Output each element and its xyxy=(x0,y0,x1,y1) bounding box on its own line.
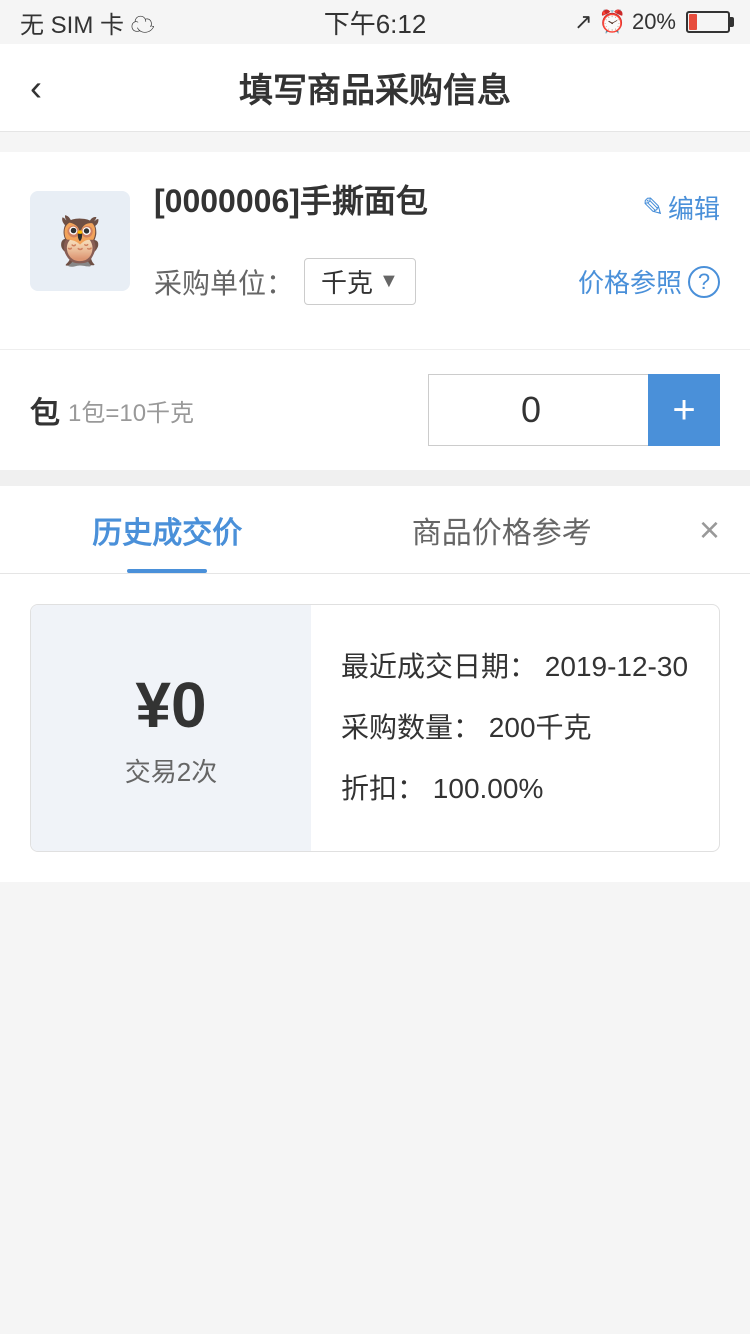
content-area: ¥0 交易2次 最近成交日期： 2019-12-30 采购数量： 200千克 折… xyxy=(0,574,750,882)
price-ref-help-icon: ? xyxy=(688,266,720,298)
quantity-sub-label: 1包=10千克 xyxy=(68,393,194,428)
nav-bar: ‹ 填写商品采购信息 xyxy=(0,44,750,132)
edit-label: 编辑 xyxy=(668,189,720,226)
tabs-container: 历史成交价 商品价格参考 × xyxy=(0,486,750,574)
history-date-row: 最近成交日期： 2019-12-30 xyxy=(341,645,689,690)
history-price: ¥0 xyxy=(135,668,206,742)
location-icon: ↗ xyxy=(574,9,592,35)
product-card: 🦉 [0000006]手撕面包 ✎ 编辑 采购单位： 千克 ▼ 价格参照 ? xyxy=(0,152,750,349)
tab-price-ref-label: 商品价格参考 xyxy=(412,508,592,552)
quantity-plus-button[interactable]: + xyxy=(648,374,720,446)
tab-close-button[interactable]: × xyxy=(669,509,750,551)
battery-percent: 20% xyxy=(632,9,676,35)
history-card: ¥0 交易2次 最近成交日期： 2019-12-30 采购数量： 200千克 折… xyxy=(30,604,720,852)
history-price-panel: ¥0 交易2次 xyxy=(31,605,311,851)
status-left: 无 SIM 卡 ☁ xyxy=(20,5,155,40)
quantity-row: 包 1包=10千克 + xyxy=(0,349,750,470)
quantity-input[interactable] xyxy=(428,374,648,446)
history-discount-value: 100.00% xyxy=(433,773,544,804)
product-unit-row: 采购单位： 千克 ▼ 价格参照 ? xyxy=(154,258,720,305)
history-trade-count: 交易2次 xyxy=(125,752,217,789)
product-info: [0000006]手撕面包 ✎ 编辑 采购单位： 千克 ▼ 价格参照 ? xyxy=(154,176,720,305)
tab-product-price-ref[interactable]: 商品价格参考 xyxy=(334,486,668,573)
unit-dropdown-icon: ▼ xyxy=(379,270,399,293)
status-right: ↗ ⏰ 20% xyxy=(574,9,730,35)
back-button[interactable]: ‹ xyxy=(0,67,72,109)
history-date-value: 2019-12-30 xyxy=(545,651,688,682)
history-discount-label: 折扣： xyxy=(341,773,425,804)
status-bar: 无 SIM 卡 ☁ 下午6:12 ↗ ⏰ 20% xyxy=(0,0,750,44)
edit-button[interactable]: ✎ 编辑 xyxy=(642,189,720,226)
product-owl-icon: 🦉 xyxy=(50,212,110,269)
unit-select[interactable]: 千克 ▼ xyxy=(304,258,416,305)
history-date-label: 最近成交日期： xyxy=(341,651,537,682)
alarm-icon: ⏰ xyxy=(599,9,626,35)
history-quantity-value: 200千克 xyxy=(489,712,592,743)
status-time: 下午6:12 xyxy=(324,4,427,41)
separator xyxy=(0,470,750,486)
product-name: [0000006]手撕面包 xyxy=(154,176,428,222)
battery-icon xyxy=(686,11,730,33)
product-image: 🦉 xyxy=(30,191,130,291)
tab-history-label: 历史成交价 xyxy=(92,508,242,552)
tab-history-price[interactable]: 历史成交价 xyxy=(0,486,334,573)
unit-value: 千克 xyxy=(321,263,373,300)
price-ref-label: 价格参照 xyxy=(578,263,682,300)
unit-label: 采购单位： xyxy=(154,262,294,302)
edit-icon: ✎ xyxy=(642,192,664,223)
history-details-panel: 最近成交日期： 2019-12-30 采购数量： 200千克 折扣： 100.0… xyxy=(311,605,719,851)
nav-title: 填写商品采购信息 xyxy=(239,63,511,112)
history-quantity-label: 采购数量： xyxy=(341,712,481,743)
price-ref-button[interactable]: 价格参照 ? xyxy=(578,263,720,300)
quantity-unit-label: 包 xyxy=(30,388,60,432)
battery-fill xyxy=(689,14,697,30)
history-discount-row: 折扣： 100.00% xyxy=(341,767,689,812)
history-quantity-row: 采购数量： 200千克 xyxy=(341,706,689,751)
quantity-input-group: + xyxy=(428,374,720,446)
tab-indicator xyxy=(127,569,207,573)
product-header: 🦉 [0000006]手撕面包 ✎ 编辑 采购单位： 千克 ▼ 价格参照 ? xyxy=(30,176,720,305)
